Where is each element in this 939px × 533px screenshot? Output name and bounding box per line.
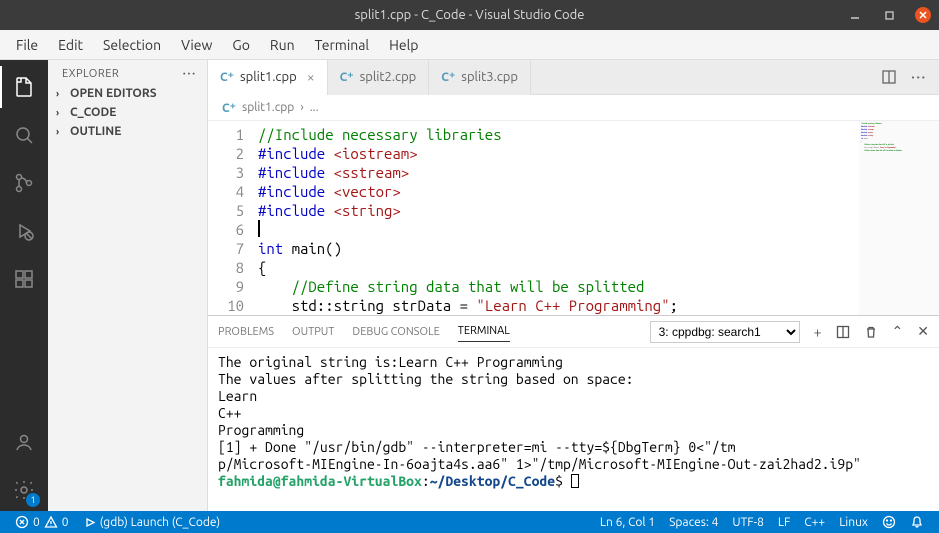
terminal-line: Learn [218,388,929,405]
status-feedback[interactable] [875,515,903,529]
activity-settings[interactable]: 1 [0,469,48,511]
panel-tab-debug-console[interactable]: DEBUG CONSOLE [352,322,439,342]
cpp-file-icon: C⁺ [220,70,234,84]
minimap[interactable]: //Include necessary libraries#include <i… [859,121,939,315]
menu-help[interactable]: Help [379,33,428,57]
status-lncol[interactable]: Ln 6, Col 1 [593,516,662,529]
cpp-file-icon: C⁺ [222,101,236,115]
terminal-line: The original string is:Learn C++ Program… [218,354,929,371]
activity-debug[interactable] [0,210,48,252]
code-line[interactable] [258,220,859,239]
sidebar-more-icon[interactable]: ··· [183,68,197,80]
status-spaces[interactable]: Spaces: 4 [662,516,725,529]
terminal-line: The values after splitting the string ba… [218,371,929,388]
menubar: FileEditSelectionViewGoRunTerminalHelp [0,30,939,60]
status-os[interactable]: Linux [832,516,875,529]
code-editor[interactable]: 1234567891011 //Include necessary librar… [208,121,939,315]
terminal-dropdown[interactable]: 3: cppdbg: search1 [650,321,800,343]
breadcrumb-file: split1.cpp [242,101,294,114]
sidebar-header: EXPLORER ··· [48,60,207,84]
sidebar-item-open-editors[interactable]: ›OPEN EDITORS [48,84,207,103]
chevron-right-icon: › [56,88,66,99]
activitybar: 1 [0,60,48,511]
panel-tab-problems[interactable]: PROBLEMS [218,322,274,342]
sidebar-item-outline[interactable]: ›OUTLINE [48,122,207,141]
sidebar-title: EXPLORER [62,68,119,80]
code-line[interactable]: //Define string data that will be splitt… [258,277,859,296]
code-line[interactable]: #include <iostream> [258,144,859,163]
terminal[interactable]: The original string is:Learn C++ Program… [208,348,939,511]
status-right: Ln 6, Col 1 Spaces: 4 UTF-8 LF C++ Linux [593,515,931,529]
code-line[interactable]: { [258,258,859,277]
maximize-icon[interactable] [881,7,897,23]
sidebar: EXPLORER ··· ›OPEN EDITORS›C_CODE›OUTLIN… [48,60,208,511]
menu-file[interactable]: File [6,33,48,57]
terminal-line: [1] + Done "/usr/bin/gdb" --interpreter=… [218,439,929,456]
close-icon[interactable] [915,7,931,23]
panel: PROBLEMS OUTPUT DEBUG CONSOLE TERMINAL 3: cp… [208,315,939,511]
tab-split1-cpp[interactable]: C⁺split1.cpp× [208,60,328,95]
minimize-icon[interactable] [847,7,863,23]
terminal-line: p/Microsoft-MIEngine-In-6oajta4s.aa6" 1>… [218,456,929,473]
activity-explorer[interactable] [0,66,48,108]
menu-view[interactable]: View [171,33,222,57]
terminal-line: C++ [218,405,929,422]
panel-maximize-icon[interactable]: ⌃ [892,323,904,340]
activity-scm[interactable] [0,162,48,204]
code-line[interactable]: //Include necessary libraries [258,125,859,144]
tab-split2-cpp[interactable]: C⁺split2.cpp [328,60,430,95]
activity-account[interactable] [0,421,48,463]
new-terminal-icon[interactable]: + [814,324,822,340]
tab-close-icon[interactable]: × [307,69,315,85]
status-debug[interactable]: (gdb) Launch (C_Code) [76,516,228,529]
activity-search[interactable] [0,114,48,156]
breadcrumb-rest: ... [310,101,319,114]
statusbar: 0 0 (gdb) Launch (C_Code) Ln 6, Col 1 Sp… [0,511,939,533]
window-controls [847,7,931,23]
settings-badge: 1 [26,493,40,507]
editor-more-icon[interactable]: ··· [911,70,927,84]
split-terminal-icon[interactable] [836,325,850,339]
window-title: split1.cpp - C_Code - Visual Studio Code [355,8,585,22]
panel-tab-terminal[interactable]: TERMINAL [458,321,510,342]
editor-zone: C⁺split1.cpp×C⁺split2.cppC⁺split3.cpp···… [208,60,939,511]
split-editor-icon[interactable] [881,69,897,85]
status-lang[interactable]: C++ [797,516,832,529]
breadcrumb[interactable]: C⁺ split1.cpp › ... [208,95,939,121]
status-eol[interactable]: LF [771,516,797,529]
panel-close-icon[interactable]: ✕ [917,323,929,340]
panel-tab-output[interactable]: OUTPUT [292,322,334,342]
code-line[interactable]: #include <sstream> [258,163,859,182]
cpp-file-icon: C⁺ [340,70,354,84]
terminal-line: Programming [218,422,929,439]
chevron-right-icon: › [56,126,66,137]
activity-extensions[interactable] [0,258,48,300]
code-line[interactable]: int main() [258,239,859,258]
panel-tabs: PROBLEMS OUTPUT DEBUG CONSOLE TERMINAL 3: cp… [208,316,939,348]
tabbar: C⁺split1.cpp×C⁺split2.cppC⁺split3.cpp ··· [208,60,939,95]
code-line[interactable]: #include <string> [258,201,859,220]
menu-edit[interactable]: Edit [48,33,93,57]
kill-terminal-icon[interactable] [864,325,878,339]
titlebar: split1.cpp - C_Code - Visual Studio Code [0,0,939,30]
line-gutter: 1234567891011 [208,121,258,315]
status-bell[interactable] [903,515,931,529]
status-errors[interactable]: 0 0 [8,515,76,529]
status-encoding[interactable]: UTF-8 [725,516,770,529]
code-line[interactable]: #include <vector> [258,182,859,201]
breadcrumb-sep: › [300,101,303,114]
menu-selection[interactable]: Selection [93,33,171,57]
terminal-prompt[interactable]: fahmida@fahmida-VirtualBox:~/Desktop/C_C… [218,473,929,490]
tab-split3-cpp[interactable]: C⁺split3.cpp [429,60,531,95]
menu-terminal[interactable]: Terminal [305,33,380,57]
menu-run[interactable]: Run [260,33,305,57]
cpp-file-icon: C⁺ [441,70,455,84]
chevron-right-icon: › [56,107,66,118]
code-lines[interactable]: //Include necessary libraries#include <i… [258,121,859,315]
sidebar-item-c_code[interactable]: ›C_CODE [48,103,207,122]
main-area: 1 EXPLORER ··· ›OPEN EDITORS›C_CODE›OUTL… [0,60,939,511]
menu-go[interactable]: Go [222,33,259,57]
code-line[interactable]: std::string strData = "Learn C++ Program… [258,296,859,315]
